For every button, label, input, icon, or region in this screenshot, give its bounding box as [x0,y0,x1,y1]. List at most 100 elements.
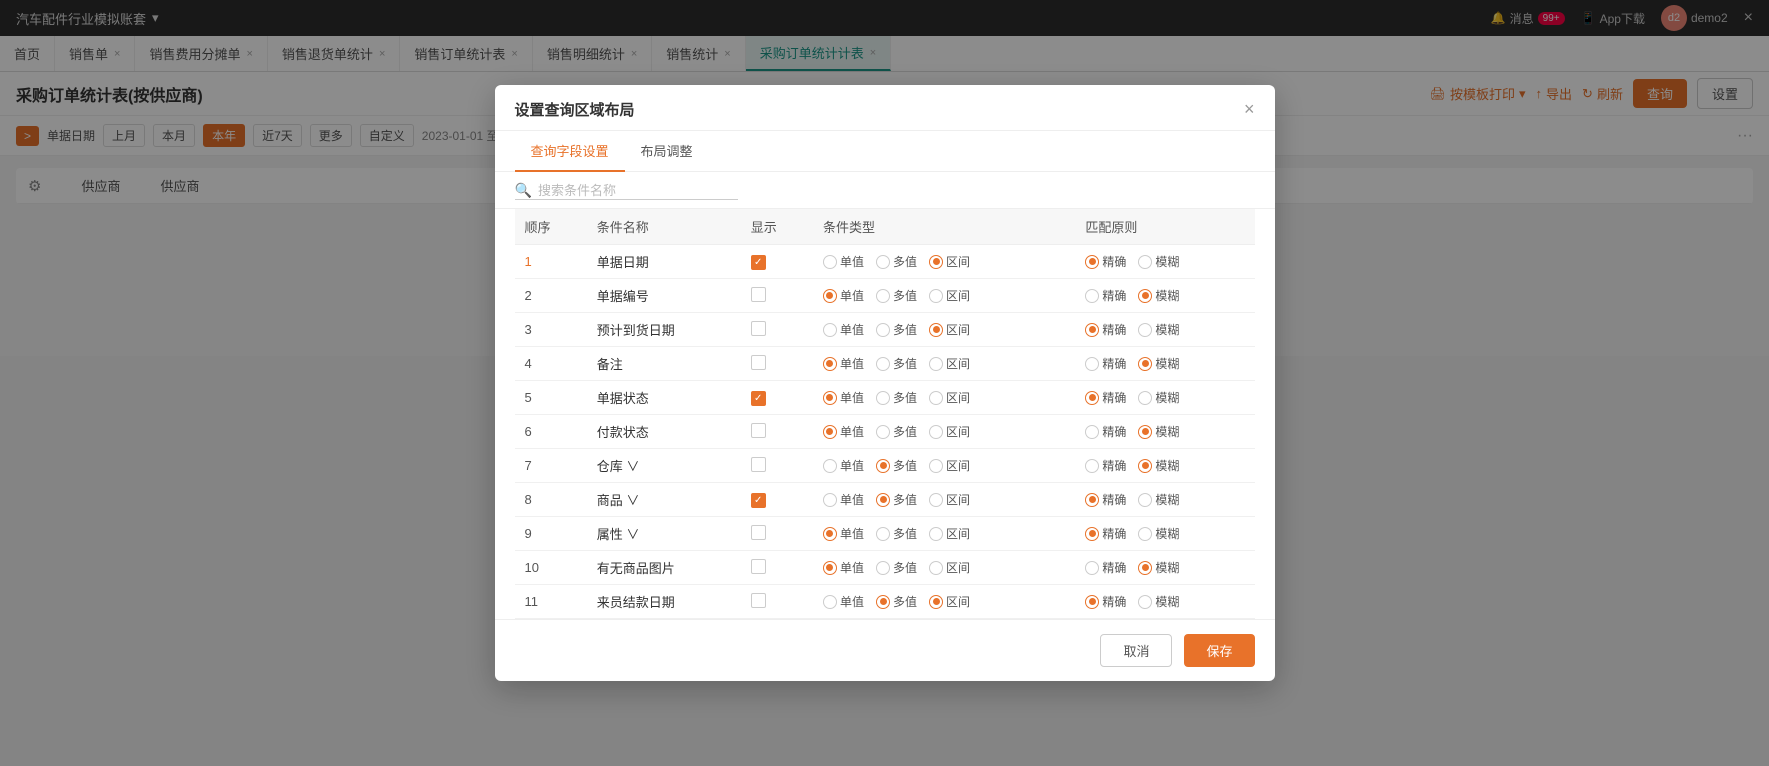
type-single-label: 单值 [840,287,864,304]
type-range-radio[interactable]: 区间 [929,491,970,508]
col-header-display: 显示 [741,209,813,245]
cancel-button[interactable]: 取消 [1100,634,1172,667]
type-multi-radio[interactable]: 多值 [876,491,917,508]
match-exact-radio[interactable]: 精确 [1085,559,1126,576]
type-single-radio[interactable]: 单值 [823,355,864,372]
type-single-radio[interactable]: 单值 [823,593,864,610]
type-single-radio[interactable]: 单值 [823,491,864,508]
match-exact-radio[interactable]: 精确 [1085,423,1126,440]
row-display-checkbox[interactable] [741,381,813,415]
row-display-checkbox[interactable] [741,517,813,551]
radio-exact-circle [1085,493,1099,507]
type-single-radio[interactable]: 单值 [823,525,864,542]
checkbox[interactable] [751,321,766,336]
match-exact-label: 精确 [1102,355,1126,372]
type-range-radio[interactable]: 区间 [929,389,970,406]
modal-tab-layout[interactable]: 布局调整 [625,131,709,172]
match-exact-radio[interactable]: 精确 [1085,321,1126,338]
match-exact-radio[interactable]: 精确 [1085,593,1126,610]
checkbox[interactable] [751,355,766,370]
match-exact-radio[interactable]: 精确 [1085,389,1126,406]
row-seq: 9 [515,517,587,551]
table-row: 1单据日期 单值 多值 区间 精确 [515,245,1255,279]
row-display-checkbox[interactable] [741,585,813,619]
match-fuzzy-radio[interactable]: 模糊 [1138,559,1179,576]
checkbox[interactable] [751,457,766,472]
type-multi-radio[interactable]: 多值 [876,355,917,372]
type-range-radio[interactable]: 区间 [929,423,970,440]
match-fuzzy-radio[interactable]: 模糊 [1138,457,1179,474]
type-multi-radio[interactable]: 多值 [876,287,917,304]
type-range-label: 区间 [946,321,970,338]
row-seq: 8 [515,483,587,517]
type-range-radio[interactable]: 区间 [929,593,970,610]
modal-close-button[interactable]: × [1244,99,1255,120]
radio-fuzzy-circle [1138,459,1152,473]
modal-tab-query-fields[interactable]: 查询字段设置 [515,131,625,172]
checkbox[interactable] [751,493,766,508]
row-display-checkbox[interactable] [741,551,813,585]
match-radio-group: 精确 模糊 [1085,321,1244,338]
match-exact-radio[interactable]: 精确 [1085,287,1126,304]
checkbox[interactable] [751,593,766,608]
match-exact-radio[interactable]: 精确 [1085,457,1126,474]
checkbox[interactable] [751,423,766,438]
row-seq: 6 [515,415,587,449]
match-exact-radio[interactable]: 精确 [1085,525,1126,542]
match-fuzzy-radio[interactable]: 模糊 [1138,423,1179,440]
type-multi-radio[interactable]: 多值 [876,253,917,270]
radio-fuzzy-circle [1138,493,1152,507]
checkbox[interactable] [751,391,766,406]
row-display-checkbox[interactable] [741,415,813,449]
row-display-checkbox[interactable] [741,347,813,381]
type-single-radio[interactable]: 单值 [823,389,864,406]
type-single-radio[interactable]: 单值 [823,559,864,576]
type-multi-radio[interactable]: 多值 [876,457,917,474]
match-exact-radio[interactable]: 精确 [1085,355,1126,372]
checkbox[interactable] [751,525,766,540]
type-single-radio[interactable]: 单值 [823,287,864,304]
type-range-radio[interactable]: 区间 [929,321,970,338]
type-range-radio[interactable]: 区间 [929,457,970,474]
row-display-checkbox[interactable] [741,279,813,313]
type-single-radio[interactable]: 单值 [823,457,864,474]
type-multi-radio[interactable]: 多值 [876,559,917,576]
checkbox[interactable] [751,255,766,270]
type-multi-radio[interactable]: 多值 [876,525,917,542]
save-button[interactable]: 保存 [1184,634,1254,667]
match-fuzzy-radio[interactable]: 模糊 [1138,491,1179,508]
match-exact-radio[interactable]: 精确 [1085,491,1126,508]
row-display-checkbox[interactable] [741,449,813,483]
type-range-radio[interactable]: 区间 [929,559,970,576]
match-exact-radio[interactable]: 精确 [1085,253,1126,270]
match-fuzzy-radio[interactable]: 模糊 [1138,389,1179,406]
type-multi-radio[interactable]: 多值 [876,593,917,610]
match-fuzzy-radio[interactable]: 模糊 [1138,287,1179,304]
radio-single-circle [823,323,837,337]
type-range-radio[interactable]: 区间 [929,253,970,270]
type-multi-radio[interactable]: 多值 [876,389,917,406]
checkbox[interactable] [751,287,766,302]
type-range-radio[interactable]: 区间 [929,355,970,372]
match-fuzzy-radio[interactable]: 模糊 [1138,321,1179,338]
match-fuzzy-radio[interactable]: 模糊 [1138,525,1179,542]
match-fuzzy-radio[interactable]: 模糊 [1138,253,1179,270]
radio-range-circle [929,357,943,371]
match-fuzzy-radio[interactable]: 模糊 [1138,593,1179,610]
row-display-checkbox[interactable] [741,483,813,517]
modal-title: 设置查询区域布局 [515,99,635,120]
type-range-label: 区间 [946,559,970,576]
row-display-checkbox[interactable] [741,313,813,347]
type-range-radio[interactable]: 区间 [929,287,970,304]
type-multi-radio[interactable]: 多值 [876,423,917,440]
type-single-radio[interactable]: 单值 [823,321,864,338]
search-input[interactable] [538,183,738,198]
checkbox[interactable] [751,559,766,574]
row-display-checkbox[interactable] [741,245,813,279]
type-single-label: 单值 [840,491,864,508]
type-single-radio[interactable]: 单值 [823,423,864,440]
match-fuzzy-radio[interactable]: 模糊 [1138,355,1179,372]
type-range-radio[interactable]: 区间 [929,525,970,542]
type-single-radio[interactable]: 单值 [823,253,864,270]
type-multi-radio[interactable]: 多值 [876,321,917,338]
